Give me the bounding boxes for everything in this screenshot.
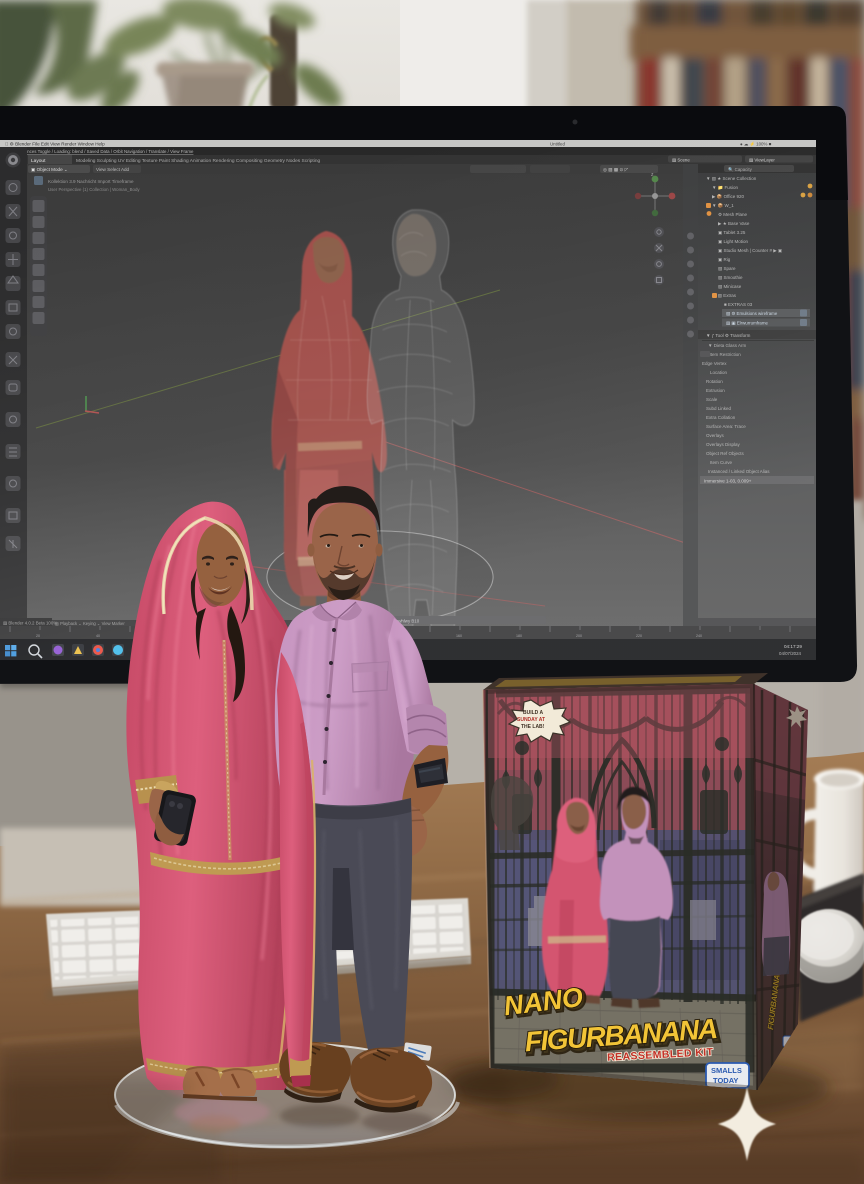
svg-text:BUILD A: BUILD A [523,710,543,716]
svg-text:SMALLS: SMALLS [711,1066,742,1075]
svg-text:SUNDAY AT: SUNDAY AT [517,717,545,723]
svg-text:THE LAB!: THE LAB! [521,724,545,730]
